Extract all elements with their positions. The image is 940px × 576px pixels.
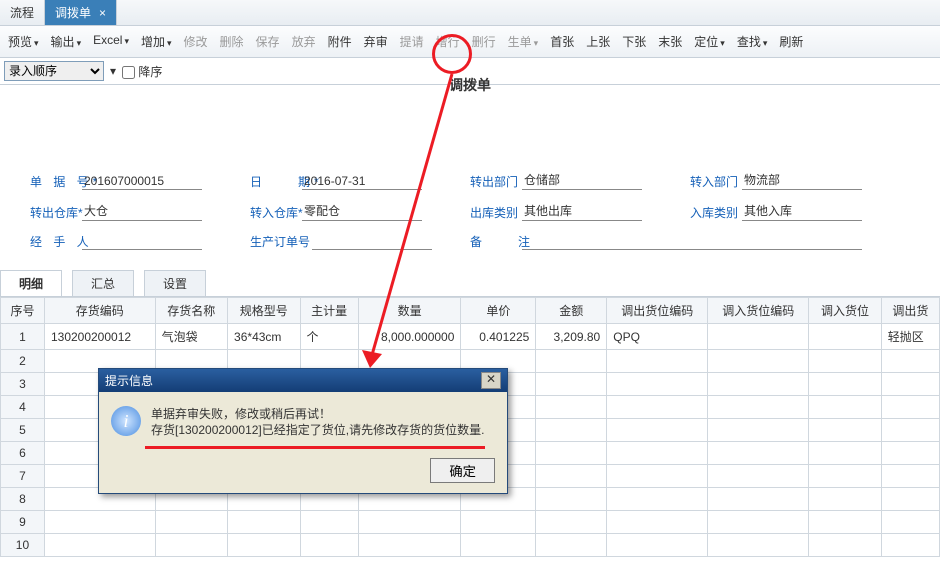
- table-row[interactable]: 1130200200012气泡袋36*43cm个8,000.0000000.40…: [1, 324, 940, 350]
- date-field[interactable]: 2016-07-31: [302, 174, 422, 190]
- page-title: 调拨单: [0, 75, 940, 95]
- toolbar-add-button[interactable]: 增加: [135, 29, 178, 54]
- in-type-field[interactable]: 其他入库: [742, 202, 862, 221]
- toolbar-addrow-button: 增行: [430, 29, 466, 54]
- document-tabs: 流程 调拨单×: [0, 0, 940, 26]
- in-type-label: 入库类别: [690, 204, 742, 221]
- subtab-1[interactable]: 汇总: [72, 270, 134, 296]
- toolbar-gendoc-button: 生单: [502, 29, 545, 54]
- in-wh-field[interactable]: 零配仓: [302, 202, 422, 221]
- col-header[interactable]: 金额: [536, 298, 607, 324]
- toolbar-locate-button[interactable]: 定位: [688, 29, 731, 54]
- col-header[interactable]: 调出货: [881, 298, 939, 324]
- toolbar-modify-button: 修改: [178, 29, 214, 54]
- main-toolbar: 预览输出Excel增加修改删除保存放弃附件弃审提请增行删行生单首张上张下张末张定…: [0, 26, 940, 58]
- ok-button[interactable]: 确定: [430, 458, 495, 483]
- close-icon[interactable]: ✕: [481, 372, 501, 389]
- in-dept-label: 转入部门: [690, 173, 742, 190]
- info-icon: i: [111, 406, 141, 436]
- toolbar-delete-button: 删除: [214, 29, 250, 54]
- col-header[interactable]: 存货名称: [155, 298, 227, 324]
- toolbar-delrow-button: 删行: [466, 29, 502, 54]
- toolbar-first-button[interactable]: 首张: [544, 29, 580, 54]
- table-row[interactable]: 10: [1, 534, 940, 557]
- toolbar-abandon-audit-button[interactable]: 弃审: [358, 29, 394, 54]
- col-header[interactable]: 调入货位: [809, 298, 881, 324]
- handler-label: 经 手 人: [30, 233, 82, 250]
- toolbar-submit-button: 提请: [394, 29, 430, 54]
- col-header[interactable]: 序号: [1, 298, 45, 324]
- tab-workflow[interactable]: 流程: [0, 0, 45, 25]
- in-dept-field[interactable]: 物流部: [742, 171, 862, 190]
- toolbar-refresh-button[interactable]: 刷新: [773, 29, 809, 54]
- col-header[interactable]: 调入货位编码: [708, 298, 809, 324]
- out-type-field[interactable]: 其他出库: [522, 202, 642, 221]
- date-label: 日 期*: [250, 173, 302, 190]
- header-form: 单 据 号*201607000015 日 期*2016-07-31 转出部门仓储…: [30, 165, 910, 256]
- col-header[interactable]: 调出货位编码: [607, 298, 708, 324]
- col-header[interactable]: 规格型号: [228, 298, 300, 324]
- out-dept-field[interactable]: 仓储部: [522, 171, 642, 190]
- tab-transfer-order[interactable]: 调拨单×: [45, 0, 117, 25]
- in-wh-label: 转入仓库*: [250, 204, 302, 221]
- toolbar-discard-button: 放弃: [286, 29, 322, 54]
- detail-tabs: 明细汇总设置: [0, 270, 940, 297]
- toolbar-find-button[interactable]: 查找: [731, 29, 774, 54]
- close-icon[interactable]: ×: [99, 6, 106, 20]
- subtab-0[interactable]: 明细: [0, 270, 62, 296]
- col-header[interactable]: 存货编码: [44, 298, 155, 324]
- toolbar-attach-button[interactable]: 附件: [322, 29, 358, 54]
- prod-order-field[interactable]: [312, 248, 432, 250]
- toolbar-preview-button[interactable]: 预览: [2, 29, 45, 54]
- toolbar-last-button[interactable]: 末张: [652, 29, 688, 54]
- toolbar-next-button[interactable]: 下张: [616, 29, 652, 54]
- out-wh-label: 转出仓库*: [30, 204, 82, 221]
- col-header[interactable]: 单价: [461, 298, 536, 324]
- toolbar-output-button[interactable]: 输出: [45, 29, 88, 54]
- doc-no-label: 单 据 号*: [30, 173, 82, 190]
- col-header[interactable]: 数量: [358, 298, 461, 324]
- message-dialog: 提示信息 ✕ i 单据弃审失败，修改或稍后再试！ 存货[130200200012…: [98, 368, 508, 494]
- dialog-header[interactable]: 提示信息 ✕: [99, 369, 507, 392]
- col-header[interactable]: 主计量: [300, 298, 358, 324]
- toolbar-save-button: 保存: [250, 29, 286, 54]
- out-dept-label: 转出部门: [470, 173, 522, 190]
- remark-label: 备 注: [470, 233, 522, 250]
- handler-field[interactable]: [82, 248, 202, 250]
- toolbar-excel-button[interactable]: Excel: [87, 29, 135, 54]
- remark-field[interactable]: [522, 248, 862, 250]
- prod-order-label: 生产订单号: [250, 233, 312, 250]
- dialog-title: 提示信息: [105, 372, 153, 389]
- dialog-message: 单据弃审失败，修改或稍后再试！ 存货[130200200012]已经指定了货位,…: [151, 406, 484, 438]
- toolbar-prev-button[interactable]: 上张: [580, 29, 616, 54]
- out-type-label: 出库类别: [470, 204, 522, 221]
- subtab-2[interactable]: 设置: [144, 270, 206, 296]
- out-wh-field[interactable]: 大仓: [82, 202, 202, 221]
- doc-no-field[interactable]: 201607000015: [82, 174, 202, 190]
- table-row[interactable]: 9: [1, 511, 940, 534]
